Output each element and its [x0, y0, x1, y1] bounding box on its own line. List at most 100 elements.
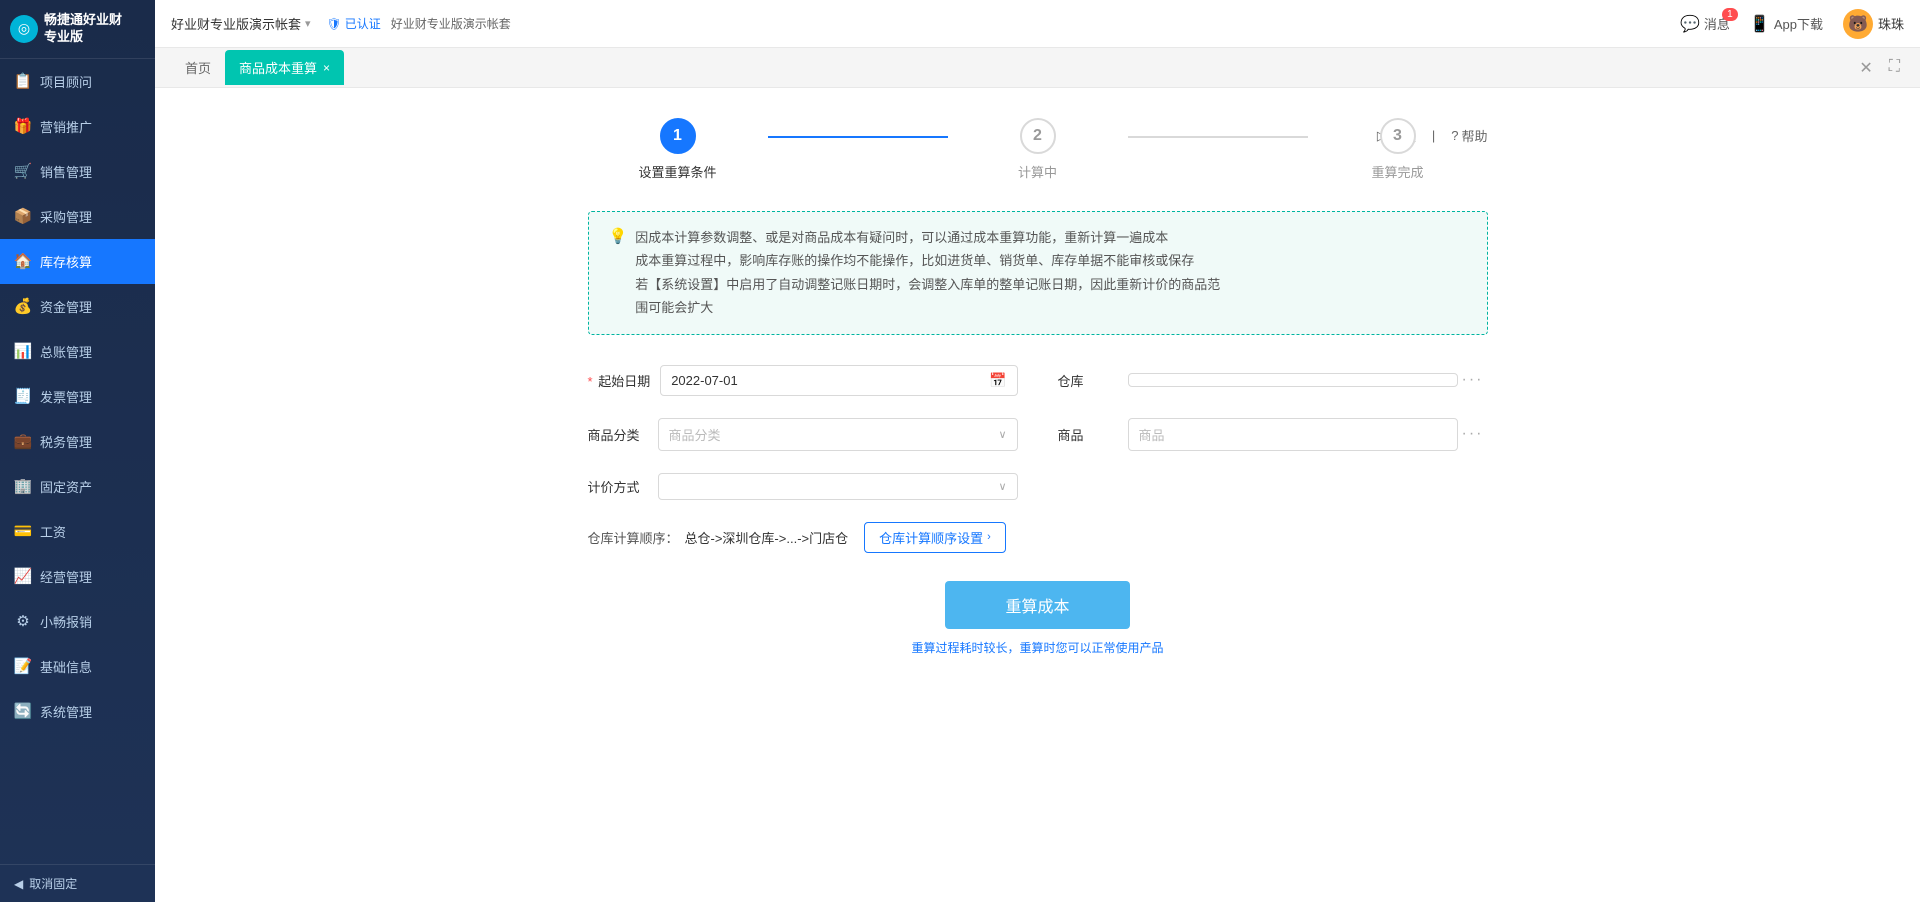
topbar: 好业财专业版演示帐套 ▾ 🛡 已认证 好业财专业版演示帐套 💬 消息 1 📱 A…	[155, 0, 1920, 48]
unpin-icon: ◀	[14, 877, 23, 891]
notice-line-3: 若【系统设置】中启用了自动调整记账日期时，会调整入库单的整单记账日期，因此重新计…	[635, 273, 1220, 296]
sidebar-item-finance[interactable]: 💰 资金管理	[0, 284, 155, 329]
start-date-field: * 起始日期 2022-07-01 📅	[588, 365, 1018, 396]
username: 珠珠	[1878, 14, 1904, 33]
submit-hint: 重算过程耗时较长，重算时您可以正常使用产品	[911, 639, 1163, 656]
sidebar-item-purchase[interactable]: 📦 采购管理	[0, 194, 155, 239]
account-title: 好业财专业版演示帐套	[391, 15, 511, 32]
topbar-right: 💬 消息 1 📱 App下载 🐻 珠珠	[1680, 9, 1904, 39]
step-line-1	[768, 136, 948, 138]
calc-order-row: 仓库计算顺序： 总仓->深圳仓库->...->门店仓 仓库计算顺序设置 ›	[588, 522, 1488, 553]
accounting-icon: 📊	[14, 342, 32, 360]
notice-box: 💡 因成本计算参数调整、或是对商品成本有疑问时，可以通过成本重算功能，重新计算一…	[588, 211, 1488, 335]
notice-line-4: 围可能会扩大	[635, 296, 1220, 319]
tab-home-label: 首页	[185, 58, 211, 77]
category-select[interactable]: 商品分类 ∨	[658, 418, 1018, 451]
help-link[interactable]: ? 帮助	[1451, 126, 1487, 145]
sidebar-item-sales[interactable]: 🛒 销售管理	[0, 149, 155, 194]
purchase-icon: 📦	[14, 207, 32, 225]
sidebar-item-label: 销售管理	[40, 162, 92, 181]
help-divider: |	[1432, 128, 1435, 143]
sidebar-unpin[interactable]: ◀ 取消固定	[0, 864, 155, 902]
sidebar-item-tax[interactable]: 💼 税务管理	[0, 419, 155, 464]
sidebar-item-label: 营销推广	[40, 117, 92, 136]
category-placeholder: 商品分类	[669, 425, 721, 444]
sidebar: ◎ 畅捷通好业财 专业版 📋 项目顾问 🎁 营销推广 🛒 销售管理 📦 采购管理…	[0, 0, 155, 902]
verified-label: 已认证	[345, 15, 381, 32]
notice-text: 因成本计算参数调整、或是对商品成本有疑问时，可以通过成本重算功能，重新计算一遍成…	[635, 226, 1220, 320]
warehouse-input[interactable]	[1128, 373, 1458, 387]
topbar-user[interactable]: 🐻 珠珠	[1843, 9, 1904, 39]
pricing-arrow-icon: ∨	[998, 480, 1006, 493]
logo-subtitle: 专业版	[44, 29, 122, 46]
sidebar-item-marketing[interactable]: 🎁 营销推广	[0, 104, 155, 149]
system-icon: 🔄	[14, 702, 32, 720]
calc-order-value: 总仓->深圳仓库->...->门店仓	[685, 528, 849, 547]
lightbulb-icon: 💡	[609, 227, 628, 245]
sidebar-item-label: 总账管理	[40, 342, 92, 361]
steps: 1 设置重算条件 2 计算中 3 重算完成	[588, 118, 1488, 181]
sidebar-item-basic[interactable]: 📝 基础信息	[0, 644, 155, 689]
sidebar-item-expense[interactable]: ⚙ 小畅报销	[0, 599, 155, 644]
product-input[interactable]: 商品	[1128, 418, 1458, 451]
expense-icon: ⚙	[14, 612, 32, 630]
sidebar-item-assets[interactable]: 🏢 固定资产	[0, 464, 155, 509]
calc-order-settings-btn[interactable]: 仓库计算顺序设置 ›	[864, 522, 1006, 553]
help-label: 帮助	[1461, 126, 1487, 145]
phone-icon: 📱	[1750, 14, 1770, 34]
sidebar-item-label: 系统管理	[40, 702, 92, 721]
close-window-icon[interactable]: ✕	[1855, 56, 1876, 80]
sidebar-item-inventory[interactable]: 🏠 库存核算	[0, 239, 155, 284]
sidebar-item-label: 小畅报销	[40, 612, 92, 631]
form-row-3: 计价方式 ∨	[588, 473, 1488, 500]
step-2: 2 计算中	[948, 118, 1128, 181]
step-1-circle: 1	[660, 118, 696, 154]
finance-icon: 💰	[14, 297, 32, 315]
sidebar-item-salary[interactable]: 💳 工资	[0, 509, 155, 554]
page-content: 1 设置重算条件 2 计算中 3 重算完成	[155, 88, 1920, 902]
app-download-btn[interactable]: 📱 App下载	[1750, 14, 1823, 34]
tab-cost-recalc[interactable]: 商品成本重算 ×	[225, 50, 344, 85]
start-date-value: 2022-07-01	[671, 373, 738, 388]
dropdown-arrow-icon: ▾	[305, 17, 311, 30]
sidebar-item-invoice[interactable]: 🧾 发票管理	[0, 374, 155, 419]
step-1-label: 设置重算条件	[638, 162, 716, 181]
sidebar-item-operation[interactable]: 📈 经营管理	[0, 554, 155, 599]
logo-text: 畅捷通好业财 专业版	[44, 12, 122, 46]
tax-icon: 💼	[14, 432, 32, 450]
sidebar-item-accounting[interactable]: 📊 总账管理	[0, 329, 155, 374]
logo-icon: ◎	[10, 15, 38, 43]
topbar-verified: 🛡 已认证	[327, 15, 381, 32]
pricing-label: 计价方式	[588, 477, 648, 496]
sidebar-item-label: 项目顾问	[40, 72, 92, 91]
step-3-label: 重算完成	[1371, 162, 1423, 181]
notice-line-2: 成本重算过程中，影响库存账的操作均不能操作，比如进货单、销货单、库存单据不能审核…	[635, 249, 1220, 272]
calendar-icon[interactable]: 📅	[989, 372, 1006, 389]
form-container: 1 设置重算条件 2 计算中 3 重算完成	[588, 118, 1488, 656]
start-date-input[interactable]: 2022-07-01 📅	[660, 365, 1017, 396]
tabbar: 首页 商品成本重算 × ✕ ⛶	[155, 48, 1920, 88]
sidebar-item-project[interactable]: 📋 项目顾问	[0, 59, 155, 104]
tab-close-icon[interactable]: ×	[323, 61, 330, 75]
message-btn[interactable]: 💬 消息 1	[1680, 14, 1730, 34]
submit-btn[interactable]: 重算成本	[945, 581, 1129, 629]
message-icon: 💬	[1680, 14, 1700, 34]
tab-controls: ✕ ⛶	[1855, 56, 1904, 80]
account-name: 好业财专业版演示帐套	[171, 14, 301, 33]
sidebar-item-system[interactable]: 🔄 系统管理	[0, 689, 155, 734]
warehouse-dots-btn[interactable]: ···	[1458, 371, 1488, 389]
basic-icon: 📝	[14, 657, 32, 675]
topbar-account[interactable]: 好业财专业版演示帐套 ▾	[171, 14, 311, 33]
sidebar-item-label: 发票管理	[40, 387, 92, 406]
expand-icon[interactable]: ⛶	[1885, 56, 1904, 80]
warehouse-field: 仓库 ···	[1058, 371, 1488, 390]
tab-home[interactable]: 首页	[171, 50, 225, 85]
required-star: *	[588, 374, 593, 389]
inventory-icon: 🏠	[14, 252, 32, 270]
sidebar-item-label: 经营管理	[40, 567, 92, 586]
pricing-select[interactable]: ∨	[658, 473, 1018, 500]
sales-icon: 🛒	[14, 162, 32, 180]
form-row-2: 商品分类 商品分类 ∨ 商品 商品 ···	[588, 418, 1488, 451]
product-dots-btn[interactable]: ···	[1458, 425, 1488, 443]
salary-icon: 💳	[14, 522, 32, 540]
